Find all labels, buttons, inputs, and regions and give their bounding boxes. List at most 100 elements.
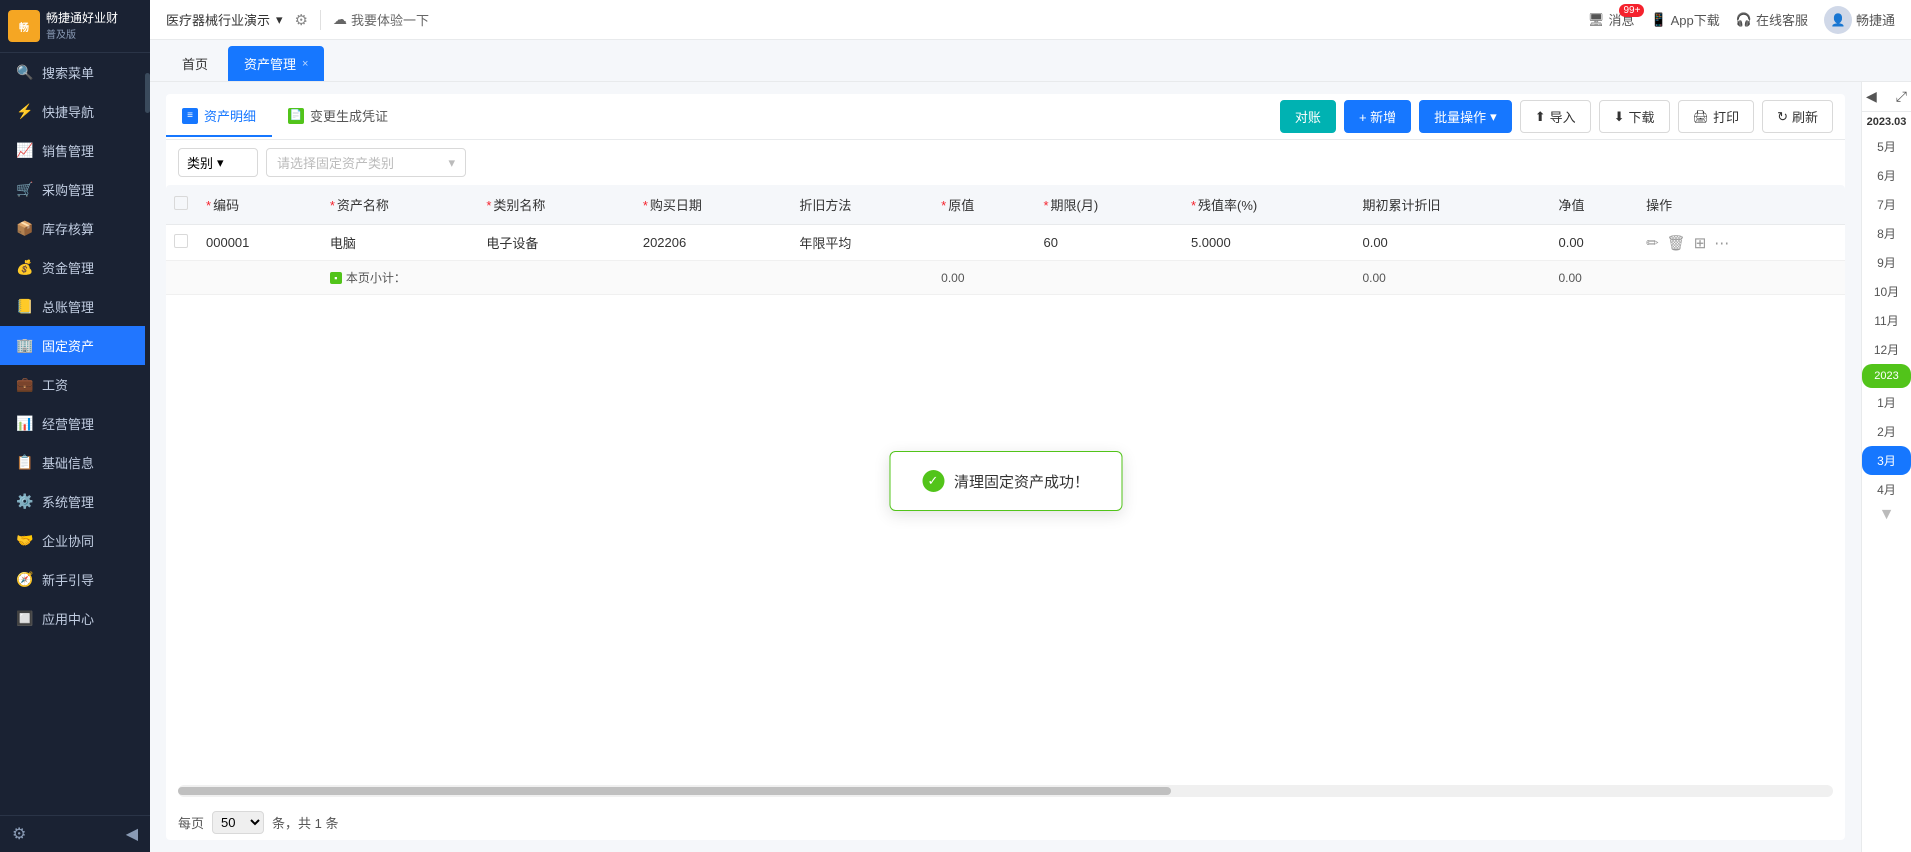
month-item[interactable]: 10月 bbox=[1862, 277, 1911, 306]
sidebar-item-9[interactable]: 📊 经营管理 bbox=[0, 404, 150, 443]
download-icon: ⬇ bbox=[1614, 109, 1625, 125]
avatar: 👤 bbox=[1824, 6, 1852, 34]
sidebar-item-label-1: 快捷导航 bbox=[42, 102, 94, 121]
copy-icon-0[interactable]: ⊞ bbox=[1694, 234, 1707, 252]
month-item[interactable]: 12月 bbox=[1862, 335, 1911, 364]
settings-icon[interactable]: ⚙ bbox=[12, 824, 26, 844]
month-item[interactable]: 8月 bbox=[1862, 219, 1911, 248]
sub-tab-asset-detail[interactable]: ≡ 资产明细 bbox=[166, 96, 272, 137]
notifications-badge: 99+ bbox=[1619, 4, 1644, 17]
row-checkbox-0[interactable] bbox=[174, 234, 188, 248]
sidebar-item-icon-3: 🛒 bbox=[16, 181, 34, 199]
th-depreciation-method: 折旧方法 bbox=[791, 185, 933, 225]
sidebar-item-1[interactable]: ⚡ 快捷导航 bbox=[0, 92, 150, 131]
category-value-filter[interactable]: 请选择固定资产类别 ▾ bbox=[266, 148, 466, 177]
category-value-arrow: ▾ bbox=[448, 155, 455, 171]
sidebar-item-icon-4: 📦 bbox=[16, 220, 34, 238]
category-dropdown-icon: ▾ bbox=[217, 155, 224, 171]
new-label: + 新增 bbox=[1359, 107, 1396, 126]
sidebar-item-8[interactable]: 💼 工资 bbox=[0, 365, 150, 404]
month-item[interactable]: 1月 bbox=[1862, 388, 1911, 417]
sidebar-item-10[interactable]: 📋 基础信息 bbox=[0, 443, 150, 482]
main-section: ≡ 资产明细 📄 变更生成凭证 对账 bbox=[166, 94, 1845, 840]
sidebar-item-14[interactable]: 🔲 应用中心 bbox=[0, 599, 150, 638]
row-date-0: 202206 bbox=[635, 225, 792, 261]
month-item[interactable]: 6月 bbox=[1862, 161, 1911, 190]
experience-link[interactable]: ☁ 我要体验一下 bbox=[333, 10, 429, 29]
select-all-checkbox[interactable] bbox=[174, 196, 188, 210]
month-item[interactable]: 7月 bbox=[1862, 190, 1911, 219]
year-tag[interactable]: 2023 bbox=[1862, 364, 1911, 388]
sidebar-item-4[interactable]: 📦 库存核算 bbox=[0, 209, 150, 248]
sidebar-item-label-10: 基础信息 bbox=[42, 453, 94, 472]
sidebar-item-12[interactable]: 🤝 企业协同 bbox=[0, 521, 150, 560]
month-item[interactable]: 5月 bbox=[1862, 132, 1911, 161]
per-page-select[interactable]: 50 10 20 100 bbox=[212, 811, 264, 834]
sidebar-item-label-5: 资金管理 bbox=[42, 258, 94, 277]
batch-ops-arrow: ▾ bbox=[1490, 109, 1497, 125]
tab-asset-management[interactable]: 资产管理 × bbox=[228, 46, 324, 81]
more-icon-0[interactable]: ⋯ bbox=[1714, 234, 1729, 252]
rp-collapse-icon[interactable]: ◀ bbox=[1866, 88, 1877, 105]
horizontal-scrollbar[interactable] bbox=[178, 785, 1833, 797]
duizhang-button[interactable]: 对账 bbox=[1280, 100, 1336, 133]
content-inner: ≡ 资产明细 📄 变更生成凭证 对账 bbox=[150, 82, 1861, 852]
sidebar-item-2[interactable]: 📈 销售管理 bbox=[0, 131, 150, 170]
sidebar-item-icon-9: 📊 bbox=[16, 415, 34, 433]
month-item[interactable]: 4月 bbox=[1862, 475, 1911, 504]
sidebar-item-icon-2: 📈 bbox=[16, 142, 34, 160]
sidebar-item-label-2: 销售管理 bbox=[42, 141, 94, 160]
th-checkbox bbox=[166, 185, 198, 225]
rp-scroll-down-icon[interactable]: ▼ bbox=[1862, 504, 1911, 526]
import-button[interactable]: ⬆ 导入 bbox=[1520, 100, 1591, 133]
subtotal-net: 0.00 bbox=[1550, 261, 1638, 295]
th-net-value: 净值 bbox=[1550, 185, 1638, 225]
sidebar-item-label-9: 经营管理 bbox=[42, 414, 94, 433]
scrollbar-container bbox=[166, 777, 1845, 805]
sidebar-item-icon-0: 🔍 bbox=[16, 64, 34, 82]
month-item[interactable]: 11月 bbox=[1862, 306, 1911, 335]
sidebar-item-icon-1: ⚡ bbox=[16, 103, 34, 121]
sidebar-item-icon-5: 💰 bbox=[16, 259, 34, 277]
sidebar-item-label-8: 工资 bbox=[42, 375, 68, 394]
company-selector[interactable]: 医疗器械行业演示 ▾ bbox=[166, 10, 283, 29]
sidebar-item-icon-6: 📒 bbox=[16, 298, 34, 316]
right-panel: ◀ ⤢ 2023.03 5月6月7月8月9月10月11月12月20231月2月3… bbox=[1861, 82, 1911, 852]
row-actions-0: ✏ 🗑 ⊞ ⋯ bbox=[1638, 225, 1845, 261]
month-item[interactable]: 9月 bbox=[1862, 248, 1911, 277]
user-profile[interactable]: 👤 畅捷通 bbox=[1824, 6, 1895, 34]
sidebar-item-5[interactable]: 💰 资金管理 bbox=[0, 248, 150, 287]
sidebar-item-6[interactable]: 📒 总账管理 bbox=[0, 287, 150, 326]
tab-close-icon[interactable]: × bbox=[302, 58, 308, 70]
settings-icon[interactable]: ⚙ bbox=[295, 11, 308, 29]
download-button[interactable]: ⬇ 下载 bbox=[1599, 100, 1670, 133]
collapse-icon[interactable]: ◀ bbox=[126, 824, 138, 844]
delete-icon-0[interactable]: 🗑 bbox=[1667, 234, 1686, 252]
month-item[interactable]: 3月 bbox=[1862, 446, 1911, 475]
tab-home[interactable]: 首页 bbox=[166, 46, 224, 81]
th-category: *类别名称 bbox=[478, 185, 635, 225]
app-download[interactable]: 📱 App下载 bbox=[1650, 10, 1719, 29]
batch-ops-button[interactable]: 批量操作 ▾ bbox=[1419, 100, 1512, 133]
online-service[interactable]: 🎧 在线客服 bbox=[1736, 10, 1808, 29]
sidebar-item-icon-8: 💼 bbox=[16, 376, 34, 394]
category-filter[interactable]: 类别 ▾ bbox=[178, 148, 258, 177]
sidebar-item-11[interactable]: ⚙️ 系统管理 bbox=[0, 482, 150, 521]
month-item[interactable]: 2月 bbox=[1862, 417, 1911, 446]
sidebar-item-label-14: 应用中心 bbox=[42, 609, 94, 628]
sidebar-item-0[interactable]: 🔍 搜索菜单 bbox=[0, 53, 150, 92]
print-button[interactable]: 🖨 打印 bbox=[1678, 100, 1755, 133]
sidebar-item-3[interactable]: 🛒 采购管理 bbox=[0, 170, 150, 209]
rp-expand-icon[interactable]: ⤢ bbox=[1896, 88, 1907, 105]
content-panel: ≡ 资产明细 📄 变更生成凭证 对账 bbox=[150, 82, 1861, 852]
edit-icon-0[interactable]: ✏ bbox=[1646, 234, 1659, 252]
duizhang-label: 对账 bbox=[1295, 107, 1321, 126]
refresh-button[interactable]: ↻ 刷新 bbox=[1762, 100, 1833, 133]
sidebar-item-13[interactable]: 🧭 新手引导 bbox=[0, 560, 150, 599]
batch-ops-label: 批量操作 bbox=[1434, 107, 1486, 126]
sub-tab-voucher[interactable]: 📄 变更生成凭证 bbox=[272, 96, 404, 137]
notifications[interactable]: 🖥 消息 99+ bbox=[1588, 10, 1635, 29]
sidebar-item-7[interactable]: 🏢 固定资产 bbox=[0, 326, 150, 365]
new-button[interactable]: + 新增 bbox=[1344, 100, 1411, 133]
row-net-0: 0.00 bbox=[1550, 225, 1638, 261]
